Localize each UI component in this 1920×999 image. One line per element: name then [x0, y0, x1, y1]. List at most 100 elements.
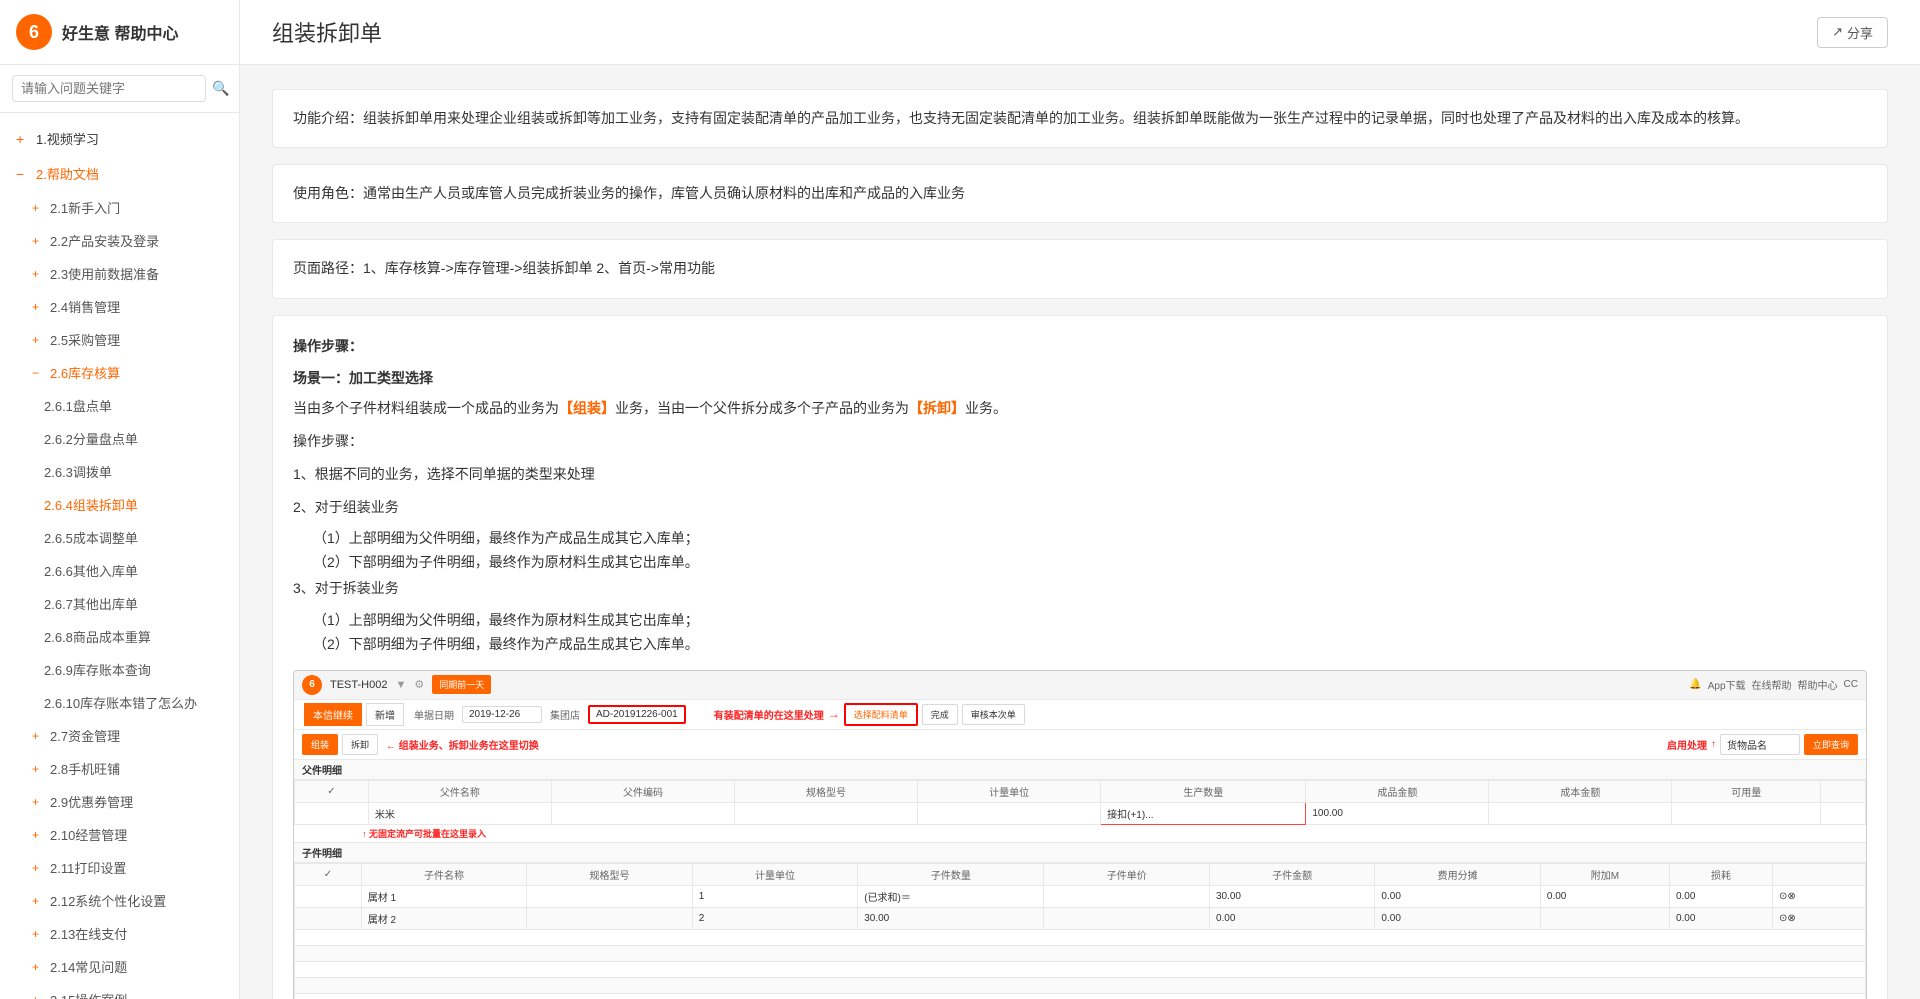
ss-tab-btn-2[interactable]: 新增 [366, 703, 404, 726]
ss-type-cj[interactable]: 拆卸 [342, 734, 378, 755]
sub-step-2-1: （1）上部明细为父件明细，最终作为产成品生成其它入库单； [313, 528, 1867, 548]
table-row [295, 961, 1866, 977]
sidebar-item-video[interactable]: + 1.视频学习 [0, 121, 239, 156]
minus-icon: − [16, 166, 30, 182]
sidebar-item-2-6-1[interactable]: 2.6.1盘点单 [0, 389, 239, 422]
ss-company: TEST-H002 [330, 679, 387, 691]
ss-tab-btn-1[interactable]: 本信继续 [304, 703, 362, 726]
intro-block: 功能介绍：组装拆卸单用来处理企业组装或拆卸等加工业务，支持有固定装配清单的产品加… [272, 89, 1888, 148]
share-button[interactable]: ↗ 分享 [1817, 17, 1888, 48]
sidebar-item-label: 2.5采购管理 [50, 330, 120, 349]
ss-td-avail [1672, 802, 1821, 824]
sub-plus-icon: + [32, 927, 44, 941]
sidebar-item-2-9[interactable]: + 2.9优惠券管理 [0, 785, 239, 818]
sub-plus-icon: + [32, 828, 44, 842]
sidebar-item-2-5[interactable]: + 2.5采购管理 [0, 323, 239, 356]
nav-group-2: − 2.帮助文档 + 2.1新手入门 + 2.2产品安装及登录 + 2.3使用前… [0, 156, 239, 999]
sidebar-item-2-14[interactable]: + 2.14常见问题 [0, 950, 239, 983]
ss-td-spec [735, 802, 918, 824]
sidebar-item-label: 2.3使用前数据准备 [50, 264, 159, 283]
table-row [295, 929, 1866, 945]
sidebar-item-label: 2.2产品安装及登录 [50, 231, 159, 250]
table-row: 属材 1 1 (已求和)＝ 30.00 0.00 0.00 0.00 ⊙⊗ [295, 885, 1866, 907]
ss-callout1-text: 有装配清单的在这里处理 [714, 707, 824, 722]
scene1-steps-title: 操作步骤： [293, 429, 1867, 454]
search-input[interactable] [12, 75, 206, 102]
table-row: 米米 接扣(+1)... 100.00 [295, 802, 1866, 824]
sub-plus-icon: + [32, 300, 44, 314]
sub-plus-icon: + [32, 762, 44, 776]
ss-search-field[interactable]: 货物品名 [1720, 734, 1800, 755]
sidebar-item-2-6-3[interactable]: 2.6.3调拨单 [0, 455, 239, 488]
ops-title: 操作步骤： [293, 336, 1867, 356]
ss-dropdown-icon: ▼ [395, 679, 406, 691]
sidebar-item-2-6-9[interactable]: 2.6.9库存账本查询 [0, 653, 239, 686]
sidebar-item-2-7[interactable]: + 2.7资金管理 [0, 719, 239, 752]
logo-icon: 6 [16, 14, 52, 50]
sidebar-item-2-3[interactable]: + 2.3使用前数据准备 [0, 257, 239, 290]
step-3: 3、对于拆装业务 [293, 576, 1867, 601]
ss-th-pamount: 成品金额 [1306, 780, 1489, 802]
sidebar-item-2-11[interactable]: + 2.11打印设置 [0, 851, 239, 884]
ss-audit-btn[interactable]: 审核本次单 [962, 704, 1025, 725]
sidebar-item-2-6-5[interactable]: 2.6.5成本调整单 [0, 521, 239, 554]
ss-th-spec: 规格型号 [735, 780, 918, 802]
ss-type-zz[interactable]: 组装 [302, 734, 338, 755]
sidebar-item-2-6-7[interactable]: 2.6.7其他出库单 [0, 587, 239, 620]
sub-plus-icon: + [32, 960, 44, 974]
step-1: 1、根据不同的业务，选择不同单据的类型来处理 [293, 462, 1867, 487]
sidebar-item-2-1[interactable]: + 2.1新手入门 [0, 191, 239, 224]
ss-td-action [1820, 802, 1865, 824]
ss-cth-unit: 计量单位 [692, 863, 857, 885]
ss-right-actions: 启用处理 ↑ 货物品名 立即查询 [1667, 734, 1858, 755]
sub-plus-icon: + [32, 993, 44, 999]
ss-field-label-date: 单据日期 [414, 707, 454, 722]
page-title: 组装拆卸单 [272, 16, 382, 48]
sidebar-item-2-6-10[interactable]: 2.6.10库存账本错了怎么办 [0, 686, 239, 719]
ss-form-fields: 单据日期 2019-12-26 集团店 AD-20191226-001 [406, 700, 694, 729]
search-icon[interactable]: 🔍 [212, 80, 229, 97]
sidebar-item-label: 2.6库存核算 [50, 363, 120, 382]
ss-cth-check: ✓ [295, 863, 362, 885]
sidebar-item-2-4[interactable]: + 2.4销售管理 [0, 290, 239, 323]
sidebar-item-2-10[interactable]: + 2.10经营管理 [0, 818, 239, 851]
sub-step-3-1: （1）上部明细为父件明细，最终作为原材料生成其它出库单； [313, 610, 1867, 630]
ss-th-ops [1820, 780, 1865, 802]
ss-doc-num-input[interactable]: AD-20191226-001 [588, 705, 686, 724]
sub-plus-icon: + [32, 795, 44, 809]
sidebar-item-2-8[interactable]: + 2.8手机旺铺 [0, 752, 239, 785]
sidebar-item-2-6-6[interactable]: 2.6.6其他入库单 [0, 554, 239, 587]
table-row [295, 977, 1866, 993]
sidebar-item-help[interactable]: − 2.帮助文档 [0, 156, 239, 191]
ss-find-btn[interactable]: 立即查询 [1804, 734, 1858, 755]
sidebar-item-2-6-2[interactable]: 2.6.2分量盘点单 [0, 422, 239, 455]
ss-callout3-area: ↑ 无固定流产可批量在这里录入 [294, 825, 1866, 843]
ss-nav-tabs: 本信继续 新增 单据日期 2019-12-26 集团店 AD-20191226-… [294, 700, 1866, 730]
path-text: 页面路径：1、库存核算->库存管理->组装拆卸单 2、首页->常用功能 [293, 260, 715, 276]
ss-cth-action [1773, 863, 1866, 885]
ss-date-input[interactable]: 2019-12-26 [462, 706, 542, 723]
sidebar-item-2-6[interactable]: − 2.6库存核算 [0, 356, 239, 389]
content-area: 功能介绍：组装拆卸单用来处理企业组装或拆卸等加工业务，支持有固定装配清单的产品加… [240, 65, 1920, 999]
ss-config-btn[interactable]: 选择配料清单 [844, 703, 918, 726]
ss-child-header: 子件明细 [294, 843, 1866, 863]
sub-plus-icon: + [32, 201, 44, 215]
ss-complete-btn[interactable]: 完成 [922, 704, 958, 725]
sidebar-item-2-6-8[interactable]: 2.6.8商品成本重算 [0, 620, 239, 653]
path-block: 页面路径：1、库存核算->库存管理->组装拆卸单 2、首页->常用功能 [272, 239, 1888, 298]
table-row [295, 993, 1866, 999]
role-block: 使用角色：通常由生产人员或库管人员完成折装业务的操作，库管人员确认原材料的出库和… [272, 164, 1888, 223]
sub-plus-icon: + [32, 267, 44, 281]
ss-th-avail: 可用量 [1672, 780, 1821, 802]
sidebar-item-2-12[interactable]: + 2.12系统个性化设置 [0, 884, 239, 917]
ss-cth-qty: 子件数量 [858, 863, 1044, 885]
sidebar-item-2-6-4[interactable]: 2.6.4组装拆卸单 [0, 488, 239, 521]
ss-prev-btn[interactable]: 同期前一天 [432, 675, 491, 694]
ss-th-unit: 计量单位 [918, 780, 1101, 802]
sidebar-item-2-2[interactable]: + 2.2产品安装及登录 [0, 224, 239, 257]
ss-child-table: ✓ 子件名称 规格型号 计量单位 子件数量 子件单价 子件金额 费用分摊 附加M… [294, 863, 1866, 999]
scene1-desc: 当由多个子件材料组装成一个成品的业务为【组装】业务，当由一个父件拆分成多个子产品… [293, 396, 1867, 421]
sidebar-item-2-15[interactable]: + 2.15操作案例 [0, 983, 239, 999]
main-header: 组装拆卸单 ↗ 分享 [240, 0, 1920, 65]
sidebar-item-2-13[interactable]: + 2.13在线支付 [0, 917, 239, 950]
